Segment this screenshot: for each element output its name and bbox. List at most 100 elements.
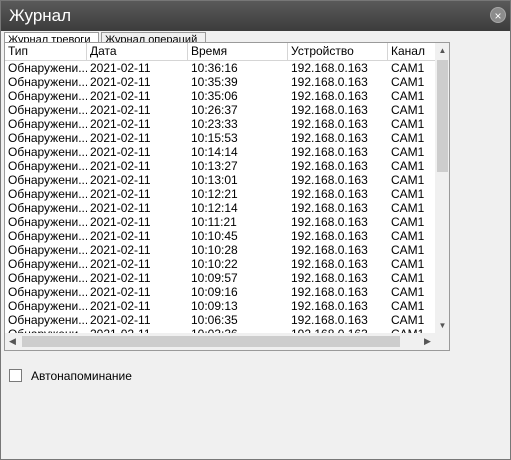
channel-cell: CAM1 — [391, 131, 425, 145]
autoremind-checkbox[interactable] — [9, 369, 22, 382]
type-cell: Обнаружени... — [8, 117, 87, 131]
scroll-right-icon[interactable]: ▶ — [420, 333, 435, 350]
date-cell: 2021-02-11 — [90, 271, 151, 285]
column-header-time[interactable]: Время — [188, 43, 288, 60]
channel-cell: CAM1 — [391, 229, 425, 243]
time-cell: 10:23:33 — [191, 117, 238, 131]
table-row[interactable]: Обнаружени... 2021-02-11 10:13:27 192.168.0… — [5, 159, 435, 173]
type-cell: Обнаружени... — [8, 103, 87, 117]
device-cell: 192.168.0.163 — [291, 131, 368, 145]
type-cell: Обнаружени... — [8, 215, 87, 229]
table-row[interactable]: Обнаружени... 2021-02-11 10:09:16 192.168.0… — [5, 285, 435, 299]
device-cell: 192.168.0.163 — [291, 313, 368, 327]
date-cell: 2021-02-11 — [90, 201, 151, 215]
device-cell: 192.168.0.163 — [291, 229, 368, 243]
scroll-up-icon[interactable]: ▲ — [435, 43, 449, 58]
column-header-channel[interactable]: Канал — [388, 43, 435, 60]
type-cell: Обнаружени... — [8, 61, 87, 75]
date-cell: 2021-02-11 — [90, 159, 151, 173]
table-row[interactable]: Обнаружени... 2021-02-11 10:09:13 192.168.0… — [5, 299, 435, 313]
scroll-down-icon[interactable]: ▼ — [435, 318, 449, 333]
channel-cell: CAM1 — [391, 173, 425, 187]
date-cell: 2021-02-11 — [90, 229, 151, 243]
column-header-date[interactable]: Дата — [87, 43, 188, 60]
table-row[interactable]: Обнаружени... 2021-02-11 10:11:21 192.168.0… — [5, 215, 435, 229]
close-icon: × — [494, 9, 502, 23]
channel-cell: CAM1 — [391, 159, 425, 173]
channel-cell: CAM1 — [391, 271, 425, 285]
scroll-left-icon[interactable]: ◀ — [5, 333, 20, 350]
device-cell: 192.168.0.163 — [291, 285, 368, 299]
type-cell: Обнаружени... — [8, 187, 87, 201]
type-cell: Обнаружени... — [8, 145, 87, 159]
channel-cell: CAM1 — [391, 117, 425, 131]
channel-cell: CAM1 — [391, 215, 425, 229]
time-cell: 10:35:39 — [191, 75, 238, 89]
table-row[interactable]: Обнаружени... 2021-02-11 10:10:22 192.168.0… — [5, 257, 435, 271]
type-cell: Обнаружени... — [8, 173, 87, 187]
date-cell: 2021-02-11 — [90, 173, 151, 187]
device-cell: 192.168.0.163 — [291, 257, 368, 271]
vertical-scrollbar[interactable]: ▲ ▼ — [435, 43, 449, 333]
table-row[interactable]: Обнаружени... 2021-02-11 10:10:28 192.168.0… — [5, 243, 435, 257]
type-cell: Обнаружени... — [8, 313, 87, 327]
type-cell: Обнаружени... — [8, 243, 87, 257]
channel-cell: CAM1 — [391, 243, 425, 257]
device-cell: 192.168.0.163 — [291, 187, 368, 201]
type-cell: Обнаружени... — [8, 229, 87, 243]
time-cell: 10:36:16 — [191, 61, 238, 75]
window-title: Журнал — [9, 6, 72, 25]
table-row[interactable]: Обнаружени... 2021-02-11 10:09:57 192.168.0… — [5, 271, 435, 285]
type-cell: Обнаружени... — [8, 201, 87, 215]
column-header-type[interactable]: Тип — [5, 43, 87, 60]
autoremind-label[interactable]: Автонапоминание — [31, 369, 132, 383]
table-row[interactable]: Обнаружени... 2021-02-11 10:12:14 192.168.0… — [5, 201, 435, 215]
table-row[interactable]: Обнаружени... 2021-02-11 10:15:53 192.168.0… — [5, 131, 435, 145]
device-cell: 192.168.0.163 — [291, 299, 368, 313]
channel-cell: CAM1 — [391, 187, 425, 201]
device-cell: 192.168.0.163 — [291, 89, 368, 103]
date-cell: 2021-02-11 — [90, 215, 151, 229]
time-cell: 10:14:14 — [191, 145, 238, 159]
type-cell: Обнаружени... — [8, 299, 87, 313]
table-row[interactable]: Обнаружени... 2021-02-11 10:13:01 192.168.0… — [5, 173, 435, 187]
device-cell: 192.168.0.163 — [291, 215, 368, 229]
channel-cell: CAM1 — [391, 145, 425, 159]
time-cell: 10:12:21 — [191, 187, 238, 201]
table-row[interactable]: Обнаружени... 2021-02-11 10:23:33 192.168.0… — [5, 117, 435, 131]
type-cell: Обнаружени... — [8, 285, 87, 299]
channel-cell: CAM1 — [391, 75, 425, 89]
device-cell: 192.168.0.163 — [291, 145, 368, 159]
column-header-device[interactable]: Устройство — [288, 43, 388, 60]
journal-window: Журнал × Журнал тревоги Журнал операций … — [0, 0, 511, 460]
time-cell: 10:09:13 — [191, 299, 238, 313]
table-row[interactable]: Обнаружени... 2021-02-11 10:14:14 192.168.0… — [5, 145, 435, 159]
channel-cell: CAM1 — [391, 89, 425, 103]
device-cell: 192.168.0.163 — [291, 75, 368, 89]
channel-cell: CAM1 — [391, 257, 425, 271]
date-cell: 2021-02-11 — [90, 117, 151, 131]
device-cell: 192.168.0.163 — [291, 173, 368, 187]
alarm-log-table[interactable]: Тип Дата Время Устройство Канал Обнаруже… — [4, 42, 450, 351]
date-cell: 2021-02-11 — [90, 61, 151, 75]
horizontal-scrollbar[interactable]: ◀ ▶ — [5, 333, 435, 350]
channel-cell: CAM1 — [391, 103, 425, 117]
type-cell: Обнаружени... — [8, 159, 87, 173]
device-cell: 192.168.0.163 — [291, 159, 368, 173]
date-cell: 2021-02-11 — [90, 257, 151, 271]
close-button[interactable]: × — [490, 7, 506, 23]
date-cell: 2021-02-11 — [90, 187, 151, 201]
table-row[interactable]: Обнаружени... 2021-02-11 10:36:16 192.168.0… — [5, 61, 435, 75]
table-row[interactable]: Обнаружени... 2021-02-11 10:35:39 192.168.0… — [5, 75, 435, 89]
time-cell: 10:09:57 — [191, 271, 238, 285]
horizontal-scroll-thumb[interactable] — [22, 336, 400, 347]
device-cell: 192.168.0.163 — [291, 61, 368, 75]
date-cell: 2021-02-11 — [90, 89, 151, 103]
table-row[interactable]: Обнаружени... 2021-02-11 10:35:06 192.168.0… — [5, 89, 435, 103]
table-row[interactable]: Обнаружени... 2021-02-11 10:10:45 192.168.0… — [5, 229, 435, 243]
table-row[interactable]: Обнаружени... 2021-02-11 10:26:37 192.168.0… — [5, 103, 435, 117]
table-row[interactable]: Обнаружени... 2021-02-11 10:06:35 192.168.0… — [5, 313, 435, 327]
channel-cell: CAM1 — [391, 313, 425, 327]
table-row[interactable]: Обнаружени... 2021-02-11 10:12:21 192.168.0… — [5, 187, 435, 201]
vertical-scroll-thumb[interactable] — [437, 60, 448, 172]
